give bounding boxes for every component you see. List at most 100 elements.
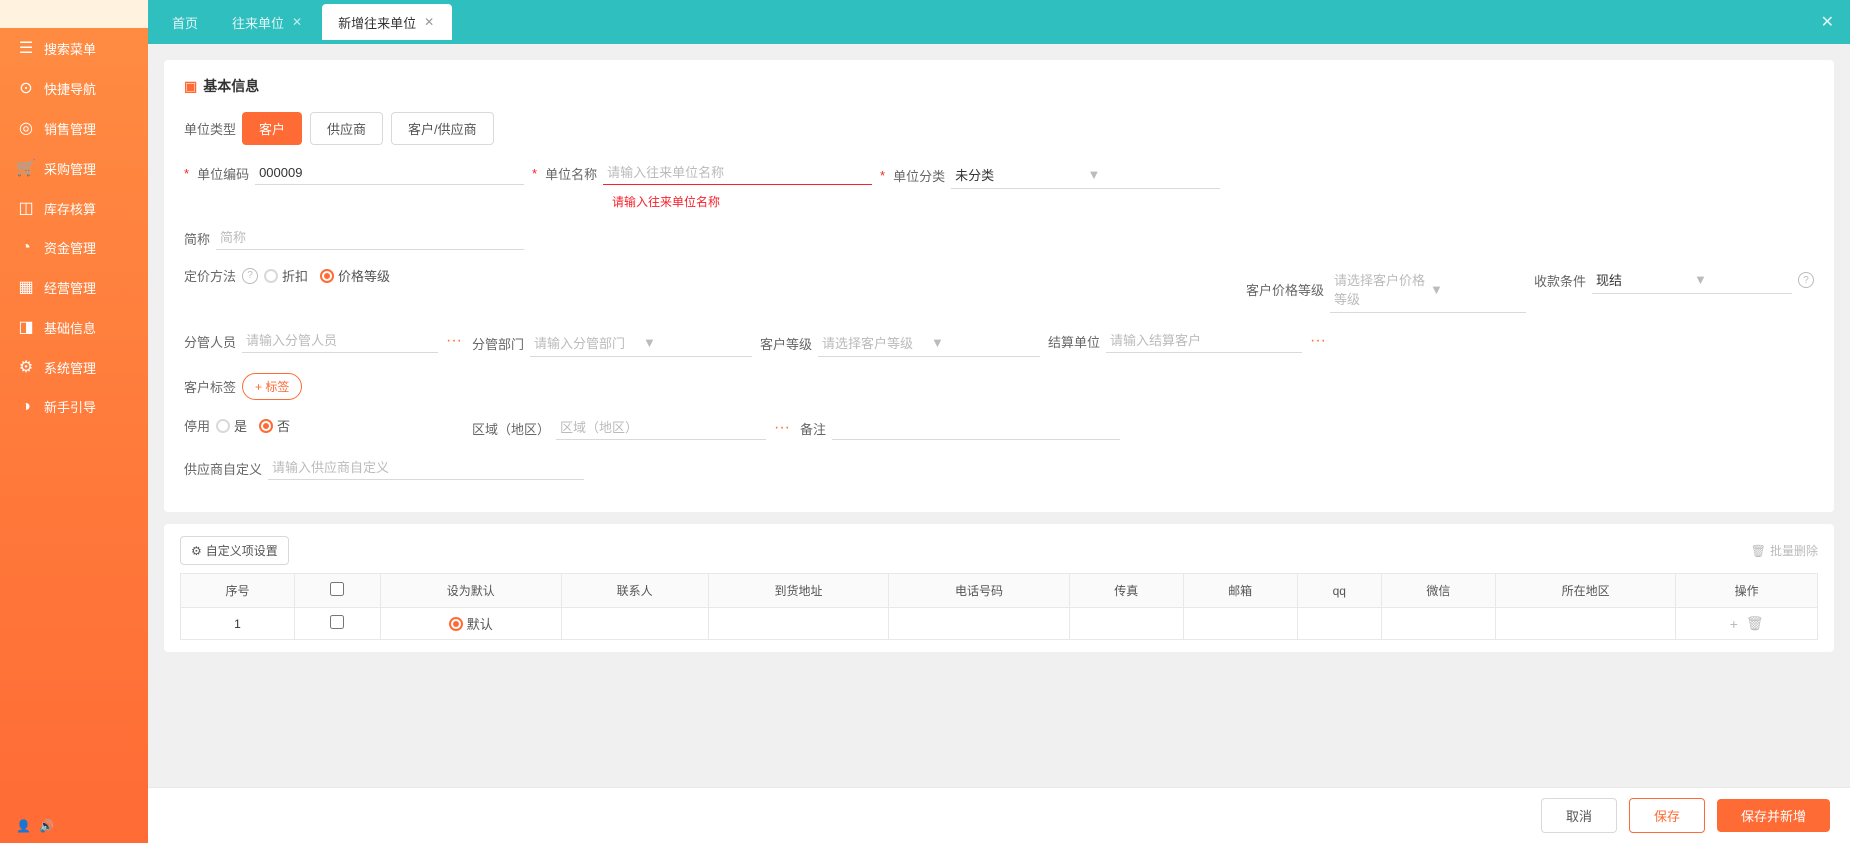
- sidebar-item-purchase[interactable]: 🛒 采购管理: [0, 148, 148, 188]
- select-all-checkbox[interactable]: [330, 582, 344, 596]
- btn-both[interactable]: 客户/供应商: [391, 112, 494, 145]
- sidebar-item-sales[interactable]: ◎ 销售管理: [0, 108, 148, 148]
- main-area: 首页 往来单位 ✕ 新增往来单位 ✕ ✕ ▣ 基本信息 单位类型 客户: [148, 0, 1850, 843]
- unit-category-group: * 单位分类 未分类 ▼: [880, 161, 1220, 189]
- region-more-btn[interactable]: ···: [772, 419, 792, 437]
- region-input[interactable]: [556, 416, 766, 440]
- payment-terms-label: 收款条件: [1534, 271, 1586, 290]
- radio-yes[interactable]: 是: [216, 416, 247, 435]
- radio-discount[interactable]: 折扣: [264, 266, 308, 285]
- manager-input[interactable]: [242, 329, 438, 353]
- guide-icon: ◑: [16, 398, 36, 416]
- unit-type-label: 单位类型: [184, 119, 236, 138]
- cancel-button[interactable]: 取消: [1541, 798, 1617, 833]
- tab-bar: 首页 往来单位 ✕ 新增往来单位 ✕ ✕: [148, 0, 1850, 44]
- batch-delete-label: 批量删除: [1770, 542, 1818, 559]
- sidebar-item-operations[interactable]: ▦ 经营管理: [0, 267, 148, 307]
- customer-level-group: 客户等级 请选择客户等级 ▼: [760, 329, 1040, 357]
- form-footer: 取消 保存 保存并新增: [148, 787, 1850, 843]
- row-seq: 1: [181, 608, 295, 640]
- batch-delete-btn[interactable]: 🗑 批量删除: [1751, 542, 1818, 559]
- payment-terms-value: 现结: [1596, 270, 1690, 289]
- supplier-custom-input[interactable]: [268, 456, 584, 480]
- btn-customer[interactable]: 客户: [242, 112, 302, 145]
- save-button[interactable]: 保存: [1629, 798, 1705, 833]
- table-toolbar: ⚙ 自定义项设置 🗑 批量删除: [180, 536, 1818, 565]
- table-header-row: 序号 设为默认 联系人 到货地址 电话号码 传真 邮箱 qq 微信 所在地区 操…: [181, 574, 1818, 608]
- settlement-unit-input[interactable]: [1106, 329, 1302, 353]
- sidebar-item-system[interactable]: ⚙ 系统管理: [0, 347, 148, 387]
- pricing-row: 定价方法 ? 折扣 价格等级 客户价格等级: [184, 266, 1814, 313]
- col-address: 到货地址: [708, 574, 889, 608]
- col-qq: qq: [1297, 574, 1381, 608]
- sidebar-item-label: 基础信息: [44, 318, 96, 337]
- unit-category-select[interactable]: 未分类 ▼: [951, 161, 1220, 189]
- pricing-help-icon[interactable]: ?: [242, 268, 258, 284]
- supplier-custom-wrapper: [268, 456, 584, 480]
- sidebar-item-finance[interactable]: ◔ 资金管理: [0, 228, 148, 267]
- sidebar-item-label: 销售管理: [44, 119, 96, 138]
- department-placeholder: 请输入分管部门: [534, 333, 639, 352]
- sidebar-item-basic-info[interactable]: ◨ 基础信息: [0, 307, 148, 347]
- region-group: 区域（地区） ···: [472, 416, 792, 440]
- save-new-button[interactable]: 保存并新增: [1717, 799, 1830, 832]
- short-name-input[interactable]: [216, 226, 524, 250]
- row-fax: [1069, 608, 1183, 640]
- add-tag-btn[interactable]: + 标签: [242, 373, 302, 400]
- department-select[interactable]: 请输入分管部门 ▼: [530, 329, 752, 357]
- manager-more-btn[interactable]: ···: [444, 332, 464, 350]
- customer-price-level-select[interactable]: 请选择客户价格等级 ▼: [1330, 266, 1526, 313]
- row-add-btn[interactable]: +: [1730, 616, 1738, 632]
- custom-settings-btn[interactable]: ⚙ 自定义项设置: [180, 536, 289, 565]
- customer-tag-group: 客户标签 + 标签: [184, 373, 1814, 400]
- pricing-radio-group: 折扣 价格等级: [264, 266, 390, 285]
- sidebar-item-inventory[interactable]: ◫ 库存核算: [0, 188, 148, 228]
- sidebar-item-quick-nav[interactable]: ⊙ 快捷导航: [0, 68, 148, 108]
- payment-terms-group: 收款条件 现结 ▼ ?: [1534, 266, 1814, 294]
- remark-input[interactable]: [832, 416, 1120, 440]
- sidebar-bottom: 👤 🔊: [0, 809, 148, 843]
- customer-tag-row: 客户标签 + 标签: [184, 373, 1814, 400]
- unit-code-group: * 单位编码: [184, 161, 524, 185]
- col-actions: 操作: [1676, 574, 1818, 608]
- tab-bar-close-all[interactable]: ✕: [1813, 8, 1842, 36]
- short-name-row: 简称: [184, 226, 1814, 250]
- unit-name-group: * 单位名称 请输入往来单位名称: [532, 161, 872, 210]
- customer-level-label: 客户等级: [760, 334, 812, 353]
- volume-icon: 🔊: [39, 819, 54, 833]
- sidebar-item-label: 采购管理: [44, 159, 96, 178]
- tab-new-partner-close[interactable]: ✕: [422, 15, 436, 29]
- radio-price-level[interactable]: 价格等级: [320, 266, 390, 285]
- sidebar-item-new-guide[interactable]: ◑ 新手引导: [0, 387, 148, 426]
- customer-level-select[interactable]: 请选择客户等级 ▼: [818, 329, 1040, 357]
- row-contact: [561, 608, 708, 640]
- settlement-unit-group: 结算单位 ···: [1048, 329, 1328, 353]
- row-checkbox[interactable]: [330, 615, 344, 629]
- row-delete-btn[interactable]: 🗑: [1746, 615, 1764, 632]
- unit-name-input[interactable]: [603, 161, 872, 185]
- row-wechat: [1381, 608, 1495, 640]
- radio-no[interactable]: 否: [259, 416, 290, 435]
- manager-group: 分管人员 ···: [184, 329, 464, 353]
- payment-help-icon[interactable]: ?: [1798, 272, 1814, 288]
- row-checkbox-cell: [294, 608, 380, 640]
- unit-code-input[interactable]: [255, 161, 524, 185]
- settlement-more-btn[interactable]: ···: [1308, 332, 1328, 350]
- sidebar-item-search[interactable]: ☰ 搜索菜单: [0, 28, 148, 68]
- tab-new-partner[interactable]: 新增往来单位 ✕: [322, 4, 452, 40]
- btn-supplier[interactable]: 供应商: [310, 112, 383, 145]
- tab-partner[interactable]: 往来单位 ✕: [216, 4, 320, 40]
- customer-price-level-group: 客户价格等级 请选择客户价格等级 ▼: [1246, 266, 1526, 313]
- row-default-cell: 默认: [380, 608, 561, 640]
- supplier-custom-label: 供应商自定义: [184, 459, 262, 478]
- radio-yes-circle: [216, 419, 230, 433]
- purchase-icon: 🛒: [16, 158, 36, 178]
- row-default-radio[interactable]: 默认: [389, 614, 553, 633]
- radio-yes-label: 是: [234, 416, 247, 435]
- pricing-method-group: 定价方法 ? 折扣 价格等级: [184, 266, 1238, 285]
- sidebar-item-label: 库存核算: [44, 199, 96, 218]
- tab-home[interactable]: 首页: [156, 4, 214, 40]
- payment-terms-select[interactable]: 现结 ▼: [1592, 266, 1792, 294]
- sidebar-search-label: 搜索菜单: [44, 39, 96, 58]
- tab-partner-close[interactable]: ✕: [290, 15, 304, 29]
